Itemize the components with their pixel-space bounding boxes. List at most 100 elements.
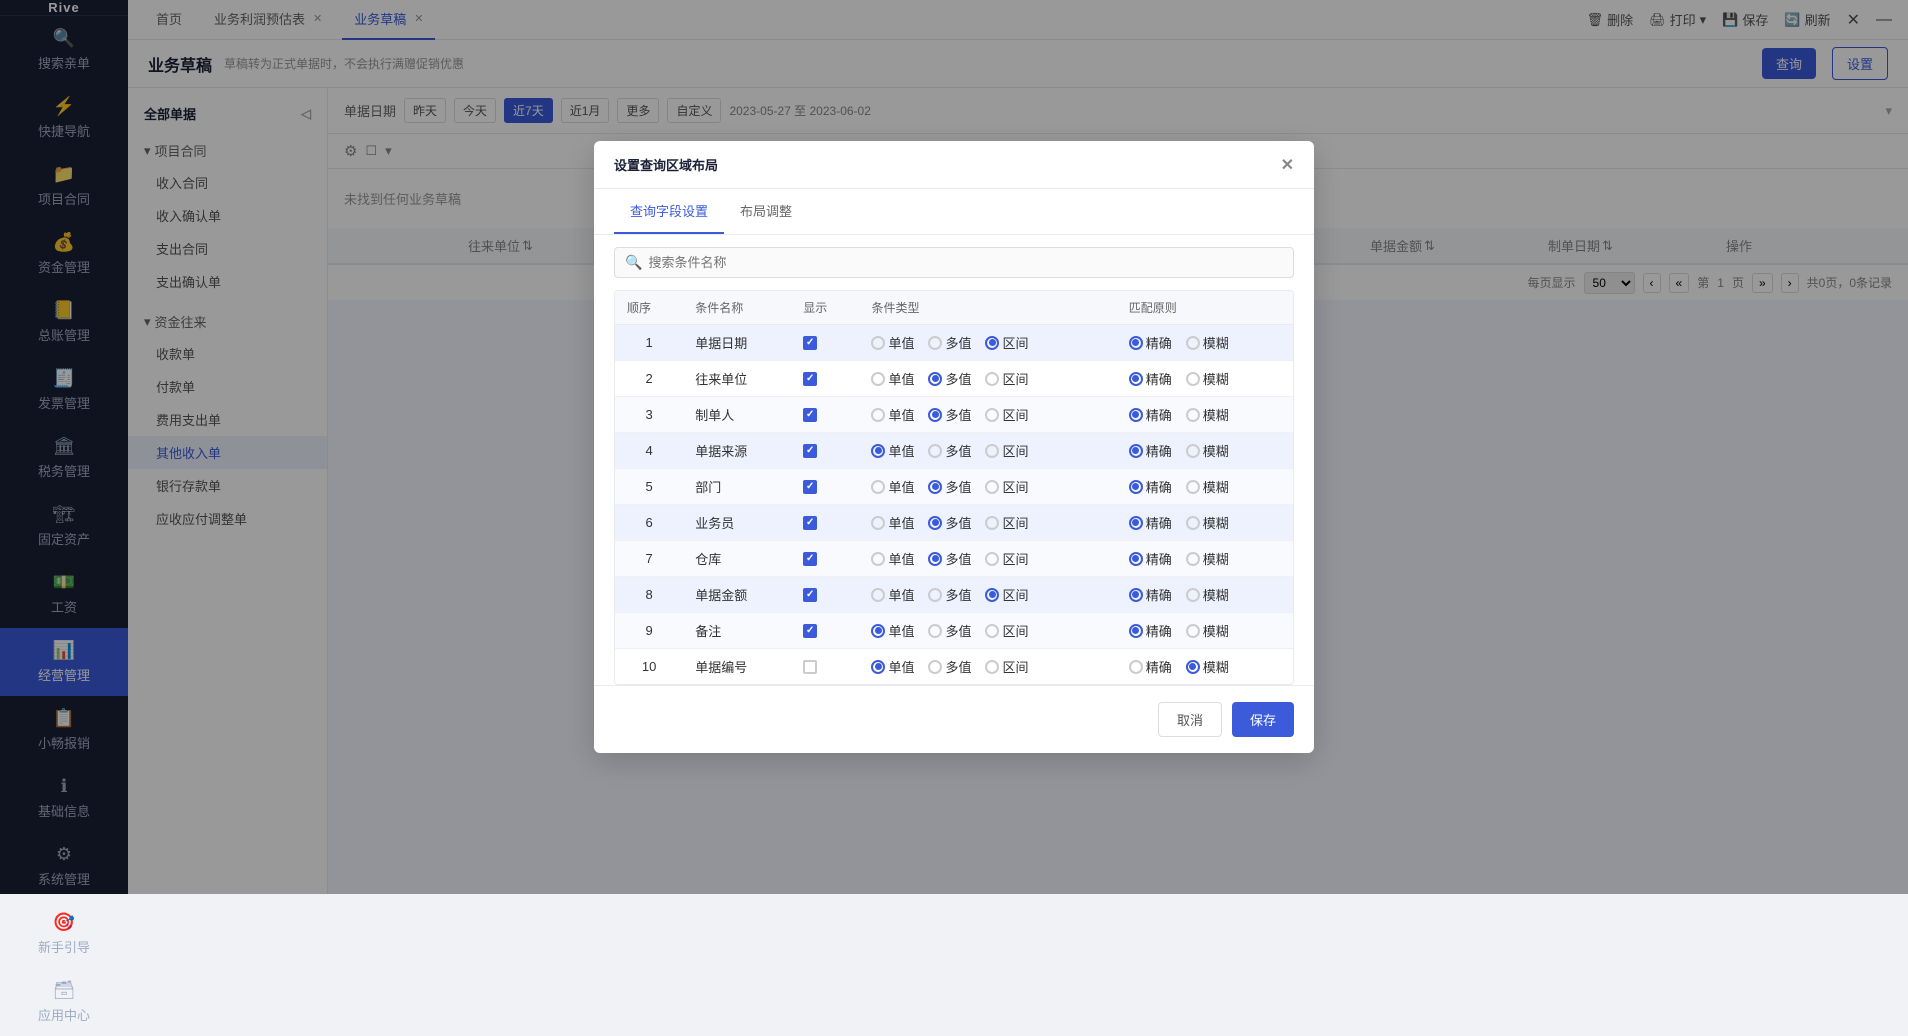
radio-match-模糊[interactable]: 模糊 [1186, 621, 1229, 640]
modal-close-icon[interactable]: ✕ [1281, 155, 1294, 175]
radio-match-精确[interactable]: 精确 [1129, 369, 1172, 388]
radio-match-模糊[interactable]: 模糊 [1186, 333, 1229, 352]
cell-match: 精确模糊 [1117, 577, 1293, 613]
modal-table-row: 10单据编号单值多值区间精确模糊 [615, 649, 1293, 685]
cell-name: 仓库 [683, 541, 791, 577]
cell-order: 10 [615, 649, 683, 685]
display-checkbox[interactable] [803, 588, 817, 602]
radio-circle [1186, 660, 1200, 674]
modal-save-button[interactable]: 保存 [1232, 702, 1294, 737]
radio-type-区间[interactable]: 区间 [985, 441, 1028, 460]
radio-match-精确[interactable]: 精确 [1129, 513, 1172, 532]
cell-display[interactable] [791, 613, 859, 649]
cell-display[interactable] [791, 397, 859, 433]
radio-type-单值[interactable]: 单值 [871, 513, 914, 532]
radio-type-多值[interactable]: 多值 [928, 405, 971, 424]
modal-table-row: 9备注单值多值区间精确模糊 [615, 613, 1293, 649]
radio-match-精确[interactable]: 精确 [1129, 333, 1172, 352]
cancel-button[interactable]: 取消 [1158, 702, 1222, 737]
cell-order: 9 [615, 613, 683, 649]
display-checkbox[interactable] [803, 660, 817, 674]
cell-display[interactable] [791, 577, 859, 613]
radio-type-多值[interactable]: 多值 [928, 585, 971, 604]
radio-type-区间[interactable]: 区间 [985, 405, 1028, 424]
radio-type-单值[interactable]: 单值 [871, 621, 914, 640]
cell-display[interactable] [791, 541, 859, 577]
display-checkbox[interactable] [803, 444, 817, 458]
radio-match-模糊[interactable]: 模糊 [1186, 513, 1229, 532]
radio-type-区间[interactable]: 区间 [985, 333, 1028, 352]
cell-match: 精确模糊 [1117, 325, 1293, 361]
radio-match-模糊[interactable]: 模糊 [1186, 657, 1229, 676]
radio-type-区间[interactable]: 区间 [985, 585, 1028, 604]
modal-tab-layout[interactable]: 布局调整 [724, 189, 808, 234]
radio-type-单值[interactable]: 单值 [871, 585, 914, 604]
radio-match-模糊[interactable]: 模糊 [1186, 369, 1229, 388]
radio-circle [871, 516, 885, 530]
modal-table-row: 4单据来源单值多值区间精确模糊 [615, 433, 1293, 469]
radio-match-模糊[interactable]: 模糊 [1186, 477, 1229, 496]
radio-type-单值[interactable]: 单值 [871, 333, 914, 352]
cell-display[interactable] [791, 325, 859, 361]
cell-display[interactable] [791, 361, 859, 397]
radio-match-精确[interactable]: 精确 [1129, 405, 1172, 424]
radio-type-多值[interactable]: 多值 [928, 657, 971, 676]
th-match: 匹配原则 [1117, 291, 1293, 325]
display-checkbox[interactable] [803, 372, 817, 386]
radio-match-精确[interactable]: 精确 [1129, 657, 1172, 676]
cell-name: 往来单位 [683, 361, 791, 397]
cell-order: 6 [615, 505, 683, 541]
radio-type-多值[interactable]: 多值 [928, 621, 971, 640]
cell-display[interactable] [791, 469, 859, 505]
radio-type-单值[interactable]: 单值 [871, 477, 914, 496]
radio-match-精确[interactable]: 精确 [1129, 585, 1172, 604]
radio-type-单值[interactable]: 单值 [871, 441, 914, 460]
radio-type-多值[interactable]: 多值 [928, 333, 971, 352]
modal-table: 顺序 条件名称 显示 条件类型 匹配原则 1单据日期单值多值区间精确模糊2往来单… [614, 290, 1294, 685]
radio-type-单值[interactable]: 单值 [871, 369, 914, 388]
sidebar-item-apps[interactable]: 🗃 应用中心 [0, 968, 128, 1036]
radio-match-精确[interactable]: 精确 [1129, 549, 1172, 568]
radio-type-单值[interactable]: 单值 [871, 405, 914, 424]
cell-display[interactable] [791, 649, 859, 685]
cell-type: 单值多值区间 [859, 433, 1116, 469]
radio-match-模糊[interactable]: 模糊 [1186, 585, 1229, 604]
radio-type-单值[interactable]: 单值 [871, 549, 914, 568]
radio-type-区间[interactable]: 区间 [985, 513, 1028, 532]
th-cond-name: 条件名称 [683, 291, 791, 325]
radio-circle [985, 408, 999, 422]
radio-match-模糊[interactable]: 模糊 [1186, 549, 1229, 568]
cell-match: 精确模糊 [1117, 613, 1293, 649]
radio-type-区间[interactable]: 区间 [985, 621, 1028, 640]
radio-type-多值[interactable]: 多值 [928, 441, 971, 460]
radio-type-区间[interactable]: 区间 [985, 369, 1028, 388]
radio-type-单值[interactable]: 单值 [871, 657, 914, 676]
cell-type: 单值多值区间 [859, 361, 1116, 397]
radio-type-区间[interactable]: 区间 [985, 657, 1028, 676]
radio-match-模糊[interactable]: 模糊 [1186, 441, 1229, 460]
cell-type: 单值多值区间 [859, 505, 1116, 541]
display-checkbox[interactable] [803, 552, 817, 566]
display-checkbox[interactable] [803, 516, 817, 530]
display-checkbox[interactable] [803, 408, 817, 422]
cell-display[interactable] [791, 505, 859, 541]
radio-match-模糊[interactable]: 模糊 [1186, 405, 1229, 424]
radio-type-区间[interactable]: 区间 [985, 549, 1028, 568]
radio-type-多值[interactable]: 多值 [928, 369, 971, 388]
modal-search-input[interactable] [648, 255, 1283, 270]
display-checkbox[interactable] [803, 480, 817, 494]
sidebar-item-guide[interactable]: 🎯 新手引导 [0, 900, 128, 968]
display-checkbox[interactable] [803, 336, 817, 350]
radio-match-精确[interactable]: 精确 [1129, 441, 1172, 460]
radio-type-多值[interactable]: 多值 [928, 549, 971, 568]
radio-type-多值[interactable]: 多值 [928, 477, 971, 496]
modal-tab-fields[interactable]: 查询字段设置 [614, 189, 724, 234]
radio-match-精确[interactable]: 精确 [1129, 477, 1172, 496]
cell-name: 单据金额 [683, 577, 791, 613]
radio-circle [1129, 552, 1143, 566]
radio-type-多值[interactable]: 多值 [928, 513, 971, 532]
radio-match-精确[interactable]: 精确 [1129, 621, 1172, 640]
cell-display[interactable] [791, 433, 859, 469]
display-checkbox[interactable] [803, 624, 817, 638]
radio-type-区间[interactable]: 区间 [985, 477, 1028, 496]
